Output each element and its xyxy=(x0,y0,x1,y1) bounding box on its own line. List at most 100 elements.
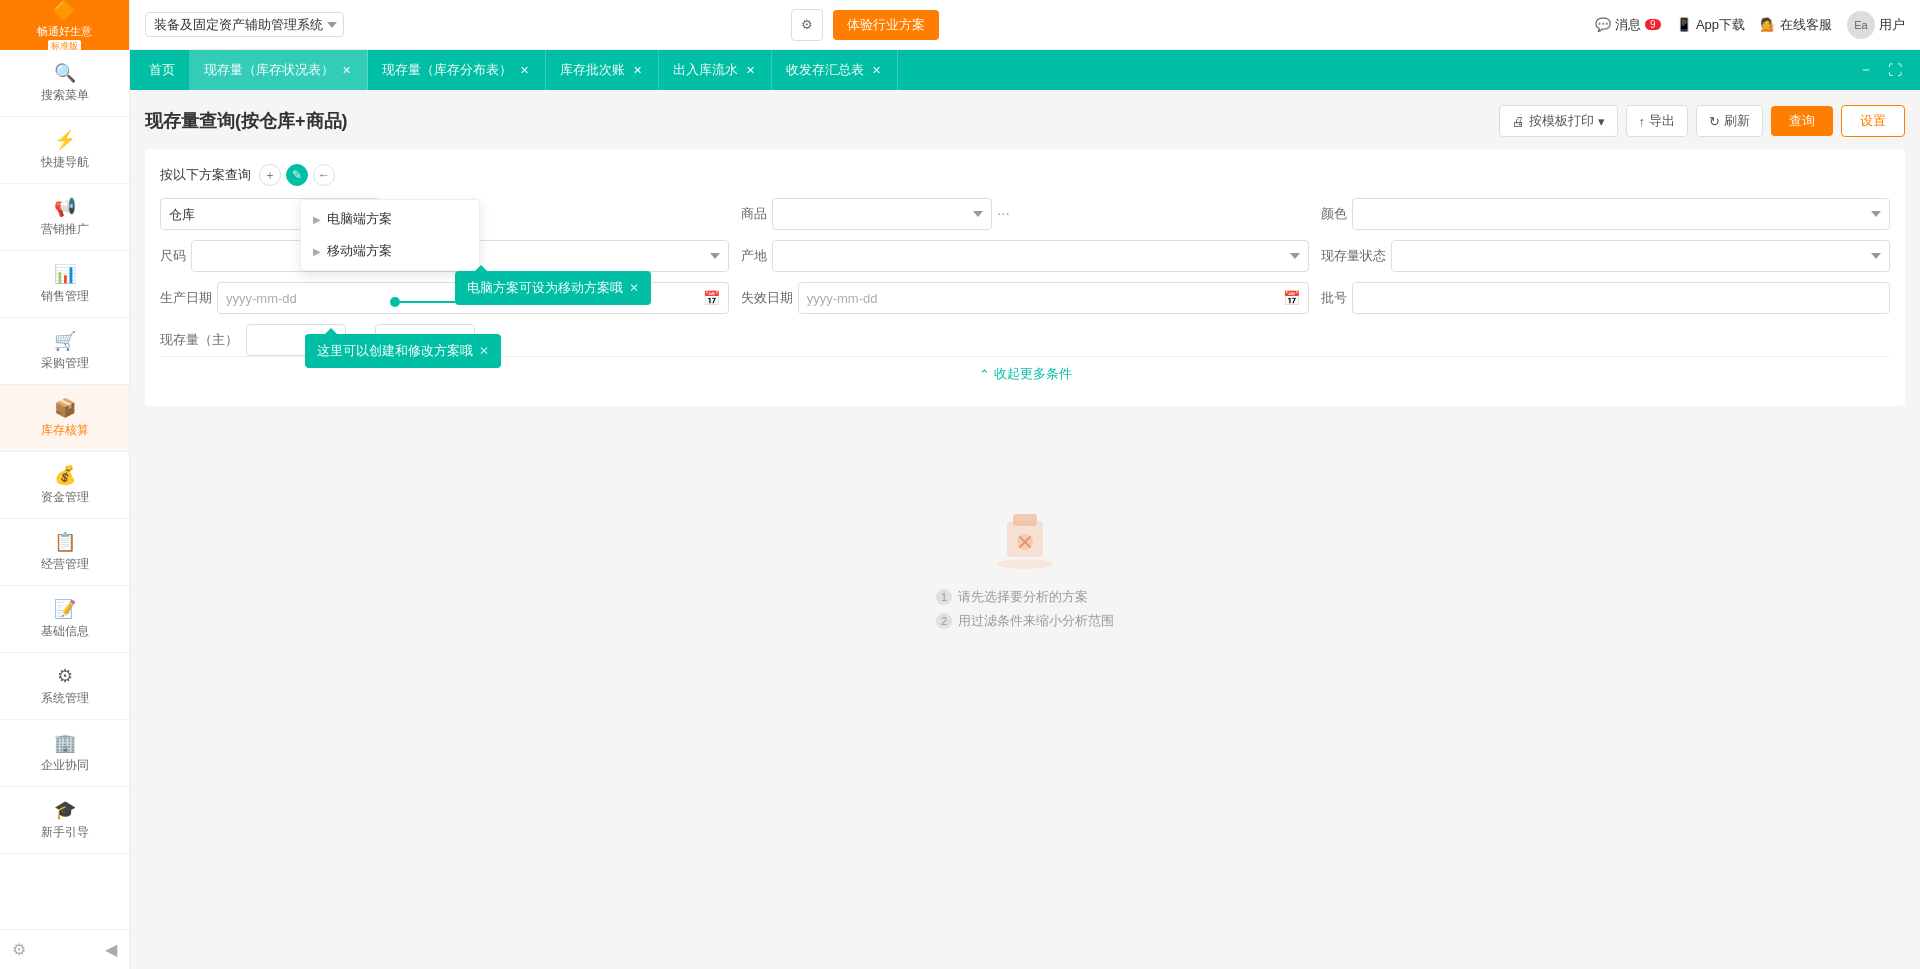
filter-add-button[interactable]: ＋ xyxy=(259,164,281,186)
tab-collect-report[interactable]: 收发存汇总表 ✕ xyxy=(772,50,898,90)
tooltip-create-close[interactable]: ✕ xyxy=(479,344,489,358)
sidebar-item-enterprise[interactable]: 🏢 企业协同 xyxy=(0,720,129,787)
expiry-date-picker[interactable]: yyyy-mm-dd 📅 xyxy=(798,282,1310,314)
reset-button[interactable]: 设置 xyxy=(1841,105,1905,137)
product-group: 商品 ··· xyxy=(741,198,1310,230)
sidebar-label-finance: 资金管理 xyxy=(41,489,89,506)
tab-home-label: 首页 xyxy=(149,61,175,79)
product-more-icon[interactable]: ··· xyxy=(997,205,1010,223)
sidebar-item-operations[interactable]: 📋 经营管理 xyxy=(0,519,129,586)
filter-edit-button[interactable]: ✎ xyxy=(286,164,308,186)
collapse-sidebar-icon[interactable]: ◀ xyxy=(105,940,117,959)
purchase-icon: 🛒 xyxy=(54,330,76,352)
sidebar-item-basic[interactable]: 📝 基础信息 xyxy=(0,586,129,653)
support-button[interactable]: 💁 在线客服 xyxy=(1760,16,1832,34)
sidebar-item-guide[interactable]: 🎓 新手引导 xyxy=(0,787,129,854)
tab-maximize-button[interactable]: ⛶ xyxy=(1883,58,1907,82)
tooltip-create-scheme: 这里可以创建和修改方案哦 ✕ xyxy=(305,334,501,368)
message-button[interactable]: 💬 消息 9 xyxy=(1595,16,1661,34)
stock-qty-label: 现存量（主） xyxy=(160,331,238,349)
empty-state: 1 请先选择要分析的方案 2 用过滤条件来缩小分析范围 xyxy=(145,416,1905,716)
sidebar-item-finance[interactable]: 💰 资金管理 xyxy=(0,452,129,519)
refresh-button[interactable]: ↻ 刷新 xyxy=(1696,105,1763,137)
export-button[interactable]: ↑ 导出 xyxy=(1626,105,1689,137)
scheme-mobile-item[interactable]: ▶ 移动端方案 xyxy=(301,237,479,265)
tab-inout-flow-close[interactable]: ✕ xyxy=(743,63,757,77)
batch-input[interactable] xyxy=(1352,282,1890,314)
header-settings-button[interactable]: ⚙ xyxy=(791,9,823,41)
tab-inventory-dist-close[interactable]: ✕ xyxy=(517,63,531,77)
tab-inventory-status[interactable]: 现存量（库存状况表） ✕ xyxy=(190,50,368,90)
sidebar-item-purchase[interactable]: 🛒 采购管理 xyxy=(0,318,129,385)
support-icon: 💁 xyxy=(1760,17,1776,32)
print-button[interactable]: 🖨 按模板打印 ▾ xyxy=(1499,105,1618,137)
prod-date-label: 生产日期 xyxy=(160,289,212,307)
color-group: 颜色 xyxy=(1321,198,1890,230)
print-dropdown-icon: ▾ xyxy=(1598,114,1605,129)
print-icon: 🖨 xyxy=(1512,114,1525,129)
color-select[interactable] xyxy=(1352,198,1890,230)
sidebar-item-sales[interactable]: 📊 销售管理 xyxy=(0,251,129,318)
tooltip-desktop-close[interactable]: ✕ xyxy=(629,281,639,295)
sidebar-label-basic: 基础信息 xyxy=(41,623,89,640)
tip-num-2: 2 xyxy=(936,613,952,629)
sidebar-item-quicknav[interactable]: ⚡ 快捷导航 xyxy=(0,117,129,184)
app-download-button[interactable]: 📱 App下载 xyxy=(1676,16,1745,34)
tabs-bar: 首页 现存量（库存状况表） ✕ 现存量（库存分布表） ✕ 库存批次账 ✕ 出入库… xyxy=(130,50,1920,90)
trial-button[interactable]: 体验行业方案 xyxy=(833,10,939,40)
refresh-icon: ↻ xyxy=(1709,114,1720,129)
quicknav-icon: ⚡ xyxy=(54,129,76,151)
tabs-actions: － ⛶ xyxy=(1846,58,1915,82)
page-content: 现存量查询(按仓库+商品) 🖨 按模板打印 ▾ ↑ 导出 ↻ 刷新 查询 设置 xyxy=(130,90,1920,969)
tab-inventory-status-close[interactable]: ✕ xyxy=(339,63,353,77)
message-icon: 💬 xyxy=(1595,17,1611,32)
color-label: 颜色 xyxy=(1321,205,1347,223)
tab-minimize-button[interactable]: － xyxy=(1854,58,1878,82)
logo-name: 畅通好生意 xyxy=(37,24,92,39)
page-actions: 🖨 按模板打印 ▾ ↑ 导出 ↻ 刷新 查询 设置 xyxy=(1499,105,1906,137)
tab-inventory-batch-close[interactable]: ✕ xyxy=(630,63,644,77)
page-title: 现存量查询(按仓库+商品) xyxy=(145,109,348,133)
tab-inventory-batch-label: 库存批次账 xyxy=(560,61,625,79)
sidebar-item-inventory[interactable]: 📦 库存核算 xyxy=(0,385,129,452)
sidebar-item-marketing[interactable]: 📢 营销推广 xyxy=(0,184,129,251)
scheme-desktop-item[interactable]: ▶ 电脑端方案 xyxy=(301,205,479,233)
enterprise-icon: 🏢 xyxy=(54,732,76,754)
sidebar-menu: 🔍 搜索菜单 ⚡ 快捷导航 📢 营销推广 📊 销售管理 🛒 采购管理 📦 库存核… xyxy=(0,50,129,929)
tab-inventory-dist[interactable]: 现存量（库存分布表） ✕ xyxy=(368,50,546,90)
sidebar-item-system[interactable]: ⚙ 系统管理 xyxy=(0,653,129,720)
scheme-arrow-icon: ▶ xyxy=(313,214,321,225)
prod-date-calendar-icon: 📅 xyxy=(703,290,720,306)
sidebar-label-inventory: 库存核算 xyxy=(41,422,89,439)
query-button[interactable]: 查询 xyxy=(1771,106,1833,136)
scheme-mobile-arrow-icon: ▶ xyxy=(313,246,321,257)
stock-status-group: 现存量状态 xyxy=(1321,240,1890,272)
search-icon: 🔍 xyxy=(54,62,76,84)
tab-collect-report-label: 收发存汇总表 xyxy=(786,61,864,79)
top-header: 装备及固定资产辅助管理系统 ⚙ 体验行业方案 💬 消息 9 📱 App下载 💁 … xyxy=(130,0,1920,50)
user-button[interactable]: Ea 用户 xyxy=(1847,11,1905,39)
product-label: 商品 xyxy=(741,205,767,223)
tab-home[interactable]: 首页 xyxy=(135,50,190,90)
user-label: 用户 xyxy=(1879,16,1905,34)
tip-num-1: 1 xyxy=(936,589,952,605)
sidebar-item-search[interactable]: 🔍 搜索菜单 xyxy=(0,50,129,117)
filter-header: 按以下方案查询 ＋ ✎ ← xyxy=(160,164,1890,186)
tab-inout-flow[interactable]: 出入库流水 ✕ xyxy=(659,50,772,90)
settings-icon[interactable]: ⚙ xyxy=(12,940,26,959)
operations-icon: 📋 xyxy=(54,531,76,553)
tab-inventory-batch[interactable]: 库存批次账 ✕ xyxy=(546,50,659,90)
stock-status-select[interactable] xyxy=(1391,240,1890,272)
prod-date-placeholder: yyyy-mm-dd xyxy=(226,291,297,306)
tab-collect-report-close[interactable]: ✕ xyxy=(869,63,883,77)
refresh-label: 刷新 xyxy=(1724,112,1750,130)
filter-back-button[interactable]: ← xyxy=(313,164,335,186)
logo-icon: 🔶 xyxy=(52,0,77,22)
guide-icon: 🎓 xyxy=(54,799,76,821)
svg-rect-2 xyxy=(1013,514,1037,526)
system-selector[interactable]: 装备及固定资产辅助管理系统 xyxy=(145,12,344,37)
origin-select[interactable] xyxy=(772,240,1310,272)
empty-tips: 1 请先选择要分析的方案 2 用过滤条件来缩小分析范围 xyxy=(936,588,1114,636)
product-select[interactable] xyxy=(772,198,992,230)
sidebar-label-quicknav: 快捷导航 xyxy=(41,154,89,171)
